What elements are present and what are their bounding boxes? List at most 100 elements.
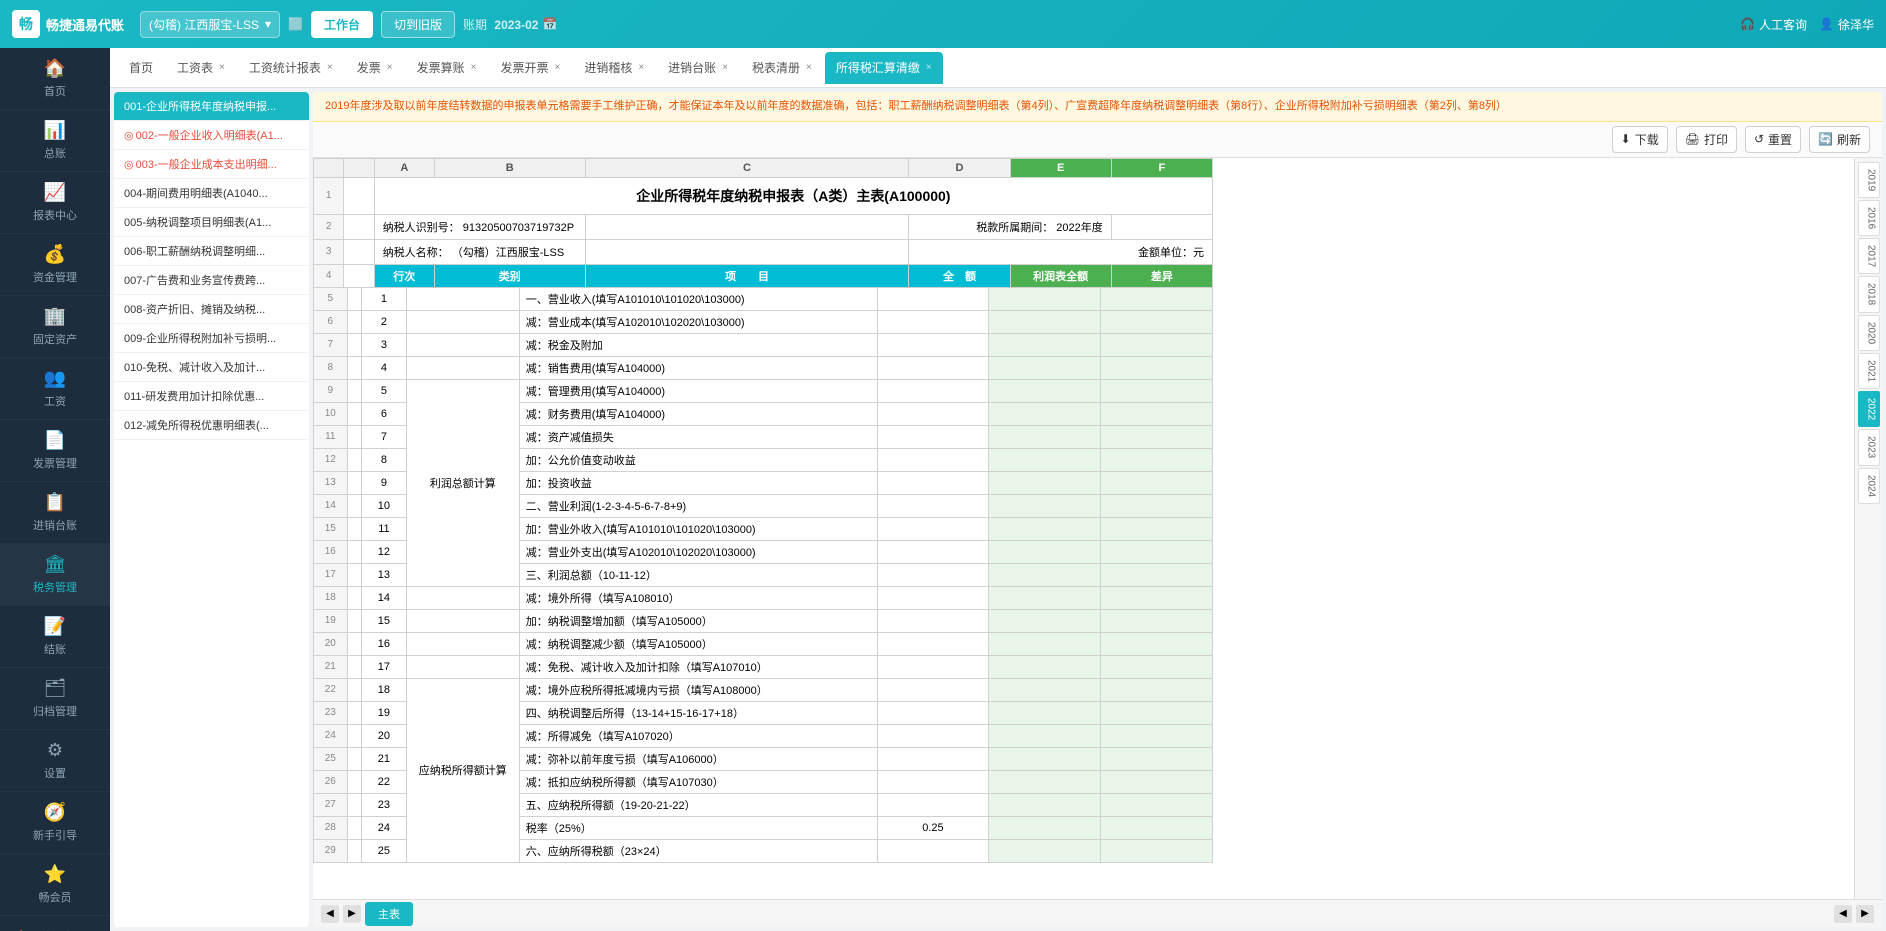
- next-tab-btn[interactable]: ▶: [343, 905, 361, 923]
- diff-cell[interactable]: [1101, 747, 1213, 770]
- list-item-004[interactable]: 004-期间费用明细表(A1040...: [114, 179, 309, 208]
- year-2021[interactable]: 2021: [1858, 353, 1880, 389]
- diff-cell[interactable]: [1101, 540, 1213, 563]
- diff-cell[interactable]: [1101, 287, 1213, 310]
- amount-cell[interactable]: [877, 425, 989, 448]
- profit-cell[interactable]: [989, 563, 1101, 586]
- diff-cell[interactable]: [1101, 356, 1213, 379]
- diff-cell[interactable]: [1101, 678, 1213, 701]
- unpin-btn[interactable]: 📌 取消固定: [8, 924, 102, 931]
- spreadsheet-wrapper[interactable]: A B C D E F: [313, 158, 1854, 900]
- sidebar-item-purchase-sales[interactable]: 📋 进销台账: [0, 482, 110, 544]
- bottom-tab-main[interactable]: 主表: [365, 902, 413, 926]
- diff-cell[interactable]: [1101, 517, 1213, 540]
- profit-cell[interactable]: [989, 793, 1101, 816]
- profit-cell[interactable]: [989, 310, 1101, 333]
- list-item-012[interactable]: 012-减免所得税优惠明细表(...: [114, 411, 309, 440]
- amount-cell[interactable]: [877, 563, 989, 586]
- amount-cell[interactable]: [877, 333, 989, 356]
- copy-icon[interactable]: ⬜: [288, 17, 303, 31]
- user-btn[interactable]: 👤 徐泽华: [1819, 16, 1874, 33]
- year-2020[interactable]: 2020: [1858, 315, 1880, 351]
- download-btn[interactable]: ⬇ 下载: [1612, 126, 1668, 153]
- list-item-006[interactable]: 006-职工薪酬纳税调整明细...: [114, 237, 309, 266]
- year-2022[interactable]: 2022: [1858, 391, 1880, 427]
- amount-cell[interactable]: [877, 356, 989, 379]
- list-item-011[interactable]: 011-研发费用加计扣除优惠...: [114, 382, 309, 411]
- profit-cell[interactable]: [989, 839, 1101, 862]
- sidebar-item-guide[interactable]: 🧭 新手引导: [0, 792, 110, 854]
- diff-cell[interactable]: [1101, 471, 1213, 494]
- diff-cell[interactable]: [1101, 402, 1213, 425]
- diff-cell[interactable]: [1101, 425, 1213, 448]
- tab-payroll-close[interactable]: ×: [219, 62, 225, 73]
- list-item-009[interactable]: 009-企业所得税附加补亏损明...: [114, 324, 309, 353]
- sidebar-item-member[interactable]: ⭐ 畅会员: [0, 854, 110, 916]
- profit-cell[interactable]: [989, 747, 1101, 770]
- diff-cell[interactable]: [1101, 310, 1213, 333]
- sidebar-item-finance[interactable]: 💰 资金管理: [0, 234, 110, 296]
- profit-cell[interactable]: [989, 655, 1101, 678]
- amount-cell[interactable]: [877, 632, 989, 655]
- profit-cell[interactable]: [989, 586, 1101, 609]
- sidebar-item-invoice[interactable]: 📄 发票管理: [0, 420, 110, 482]
- tab-invoice-close[interactable]: ×: [387, 62, 393, 73]
- tab-purchase-check-close[interactable]: ×: [638, 62, 644, 73]
- amount-cell[interactable]: [877, 747, 989, 770]
- tab-payroll-stats[interactable]: 工资统计报表 ×: [238, 52, 344, 84]
- list-item-005[interactable]: 005-纳税调整项目明细表(A1...: [114, 208, 309, 237]
- diff-cell[interactable]: [1101, 586, 1213, 609]
- sidebar-item-assets[interactable]: 🏢 固定资产: [0, 296, 110, 358]
- diff-cell[interactable]: [1101, 448, 1213, 471]
- profit-cell[interactable]: [989, 448, 1101, 471]
- amount-cell[interactable]: [877, 310, 989, 333]
- tab-payroll-stats-close[interactable]: ×: [327, 62, 333, 73]
- profit-cell[interactable]: [989, 724, 1101, 747]
- profit-cell[interactable]: [989, 701, 1101, 724]
- profit-cell[interactable]: [989, 379, 1101, 402]
- amount-cell[interactable]: [877, 540, 989, 563]
- profit-cell[interactable]: [989, 494, 1101, 517]
- calendar-icon[interactable]: 📅: [542, 17, 557, 31]
- tab-tax-clear[interactable]: 税表清册 ×: [741, 52, 823, 84]
- amount-cell[interactable]: [877, 586, 989, 609]
- amount-cell[interactable]: [877, 448, 989, 471]
- sidebar-item-home[interactable]: 🏠 首页: [0, 48, 110, 110]
- list-item-008[interactable]: 008-资产折旧、摊销及纳税...: [114, 295, 309, 324]
- tab-income-tax[interactable]: 所得税汇算清缴 ×: [825, 52, 943, 84]
- tab-home[interactable]: 首页: [118, 52, 164, 84]
- diff-cell[interactable]: [1101, 379, 1213, 402]
- diff-cell[interactable]: [1101, 701, 1213, 724]
- diff-cell[interactable]: [1101, 839, 1213, 862]
- tab-invoice-open[interactable]: 发票开票 ×: [489, 52, 571, 84]
- service-btn[interactable]: 🎧 人工客询: [1740, 16, 1807, 33]
- tab-payroll[interactable]: 工资表 ×: [166, 52, 236, 84]
- amount-cell[interactable]: [877, 609, 989, 632]
- diff-cell[interactable]: [1101, 770, 1213, 793]
- tab-tax-clear-close[interactable]: ×: [806, 62, 812, 73]
- amount-cell[interactable]: [877, 287, 989, 310]
- profit-cell[interactable]: [989, 425, 1101, 448]
- tab-income-tax-close[interactable]: ×: [926, 62, 932, 73]
- amount-cell[interactable]: [877, 494, 989, 517]
- profit-cell[interactable]: [989, 678, 1101, 701]
- diff-cell[interactable]: [1101, 494, 1213, 517]
- old-version-btn[interactable]: 切到旧版: [381, 11, 455, 38]
- scroll-left-btn[interactable]: ◀: [1834, 905, 1852, 923]
- print-btn[interactable]: 🖨 打印: [1676, 126, 1737, 153]
- list-item-003[interactable]: ◎003-一般企业成本支出明细...: [114, 150, 309, 179]
- year-2017[interactable]: 2017: [1858, 238, 1880, 274]
- profit-cell[interactable]: [989, 540, 1101, 563]
- sidebar-item-archive[interactable]: 🗂 归档管理: [0, 668, 110, 730]
- amount-cell[interactable]: [877, 402, 989, 425]
- profit-cell[interactable]: [989, 471, 1101, 494]
- list-item-010[interactable]: 010-免税、减计收入及加计...: [114, 353, 309, 382]
- profit-cell[interactable]: [989, 333, 1101, 356]
- amount-cell[interactable]: [877, 793, 989, 816]
- amount-cell[interactable]: [877, 701, 989, 724]
- year-2018[interactable]: 2018: [1858, 276, 1880, 312]
- list-item-007[interactable]: 007-广告费和业务宣传费跨...: [114, 266, 309, 295]
- year-2024[interactable]: 2024: [1858, 468, 1880, 504]
- profit-cell[interactable]: [989, 402, 1101, 425]
- tab-invoice-calc-close[interactable]: ×: [471, 62, 477, 73]
